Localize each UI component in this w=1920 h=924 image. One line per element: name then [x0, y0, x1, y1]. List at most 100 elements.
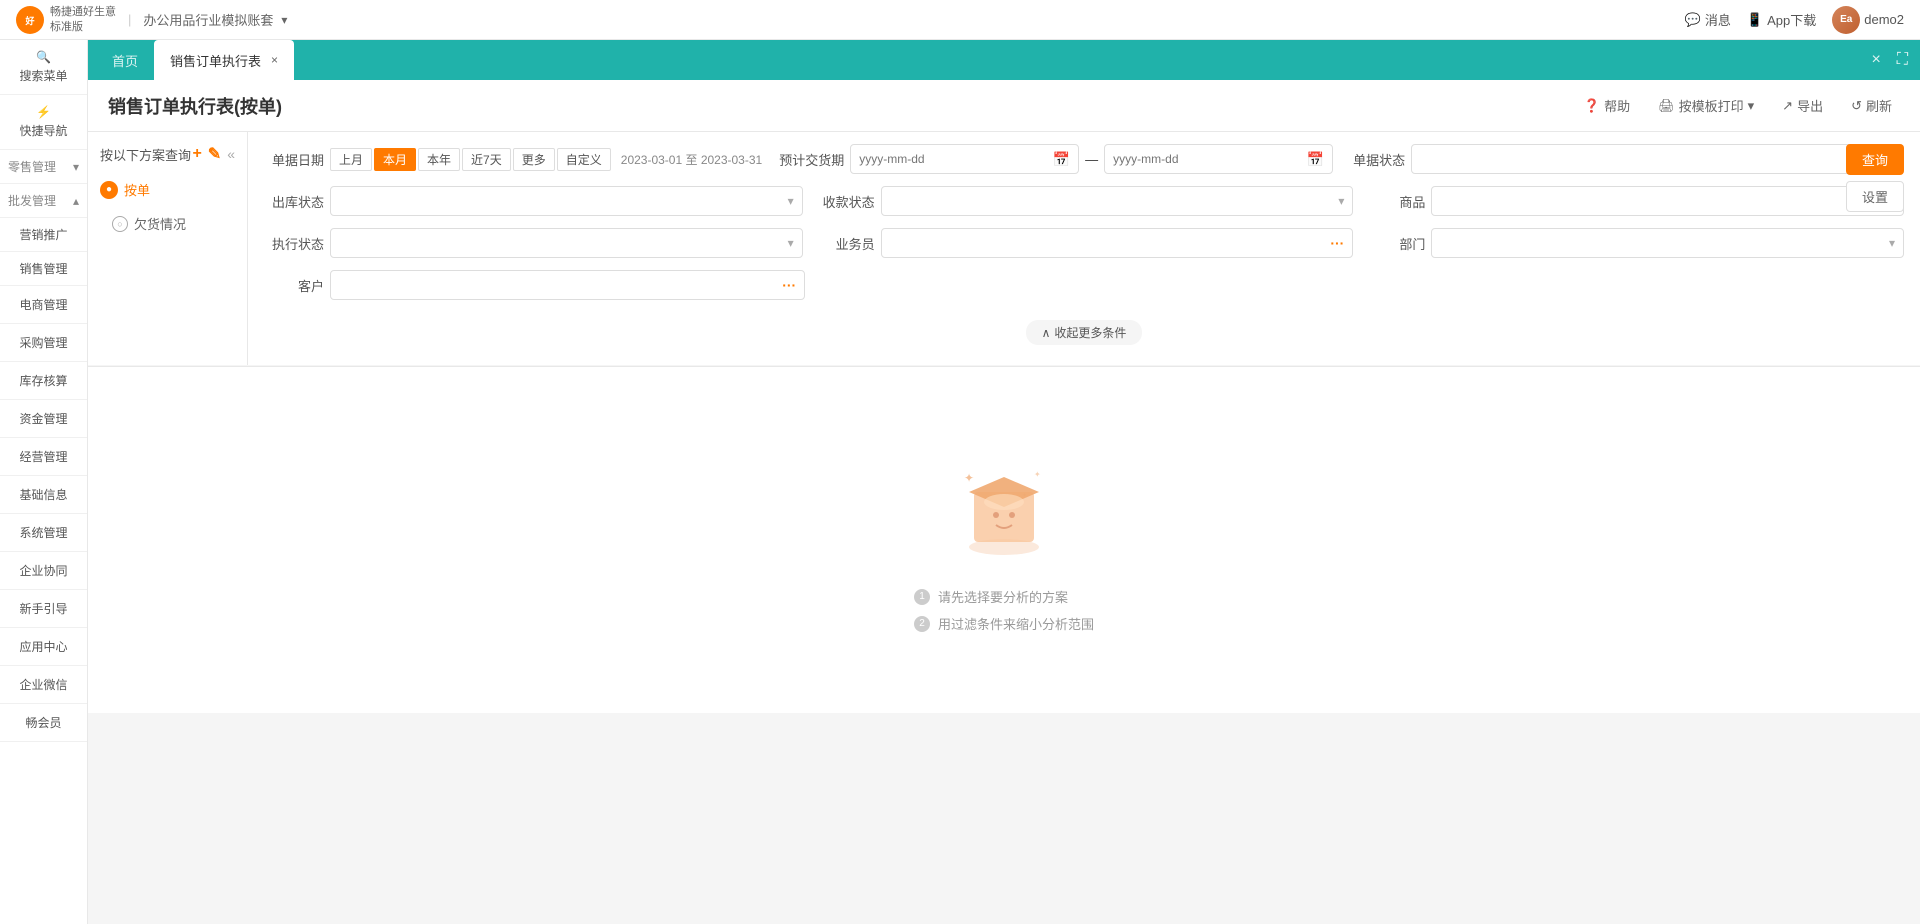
- sidebar-item-sales[interactable]: 销售管理: [0, 252, 87, 286]
- sidebar-item-marketing[interactable]: 营销推广: [0, 218, 87, 252]
- collapse-arrow-icon: ∧: [1042, 326, 1051, 340]
- date-btn-7days[interactable]: 近7天: [462, 148, 511, 171]
- scheme-edit-button[interactable]: ✎: [208, 144, 221, 164]
- sidebar-enterprise[interactable]: 企业协同: [0, 552, 87, 590]
- sidebar-quick-nav[interactable]: ⚡ 快捷导航: [0, 95, 87, 150]
- expected-date-end-input[interactable]: [1105, 148, 1299, 170]
- exec-status-label: 执行状态: [264, 234, 324, 253]
- sidebar-operations[interactable]: 经营管理: [0, 438, 87, 476]
- sidebar-system[interactable]: 系统管理: [0, 514, 87, 552]
- salesperson-search-input[interactable]: [882, 232, 1323, 254]
- department-select[interactable]: ▾: [1431, 228, 1904, 258]
- expected-date-end[interactable]: 📅: [1104, 144, 1333, 174]
- svg-text:好: 好: [24, 15, 34, 26]
- scheme-item-shortage[interactable]: ○ 欠货情况: [88, 207, 247, 240]
- tab-bar-right: × ⛶: [1867, 47, 1912, 73]
- tab-sales-order[interactable]: 销售订单执行表 ×: [154, 40, 294, 80]
- svg-text:✦: ✦: [1034, 470, 1041, 479]
- sidebar-finance[interactable]: 资金管理: [0, 400, 87, 438]
- out-status-label: 出库状态: [264, 192, 324, 211]
- message-icon: 💬: [1685, 12, 1701, 28]
- content-area: 首页 销售订单执行表 × × ⛶ 销售订单执行表(按单) ❓ 帮助: [88, 40, 1920, 924]
- expected-date-group: 预计交货期 📅 — 📅: [774, 144, 1333, 174]
- app-icon: 📱: [1747, 12, 1763, 28]
- top-header: 好 畅捷通好生意 标准版 | 办公用品行业模拟账套 ▾ 💬 消息 📱 App下载…: [0, 0, 1920, 40]
- date-btn-this-month[interactable]: 本月: [374, 148, 416, 171]
- exec-status-select[interactable]: ▾: [330, 228, 803, 258]
- main-layout: 🔍 搜索菜单 ⚡ 快捷导航 零售管理 ▾ 批发管理 ▴ 营销推广 销售管理 电商…: [0, 40, 1920, 924]
- search-panel: 按以下方案查询 + ✎ « ● 按单 ○ 欠货情况: [88, 132, 1920, 365]
- receipt-status-group: 收款状态 ▾: [815, 186, 1354, 216]
- tab-home[interactable]: 首页: [96, 40, 154, 80]
- tab-close-button[interactable]: ×: [271, 53, 278, 67]
- scheme-panel-header: 按以下方案查询 + ✎ «: [88, 144, 247, 172]
- sidebar-wholesale-mgmt[interactable]: 批发管理 ▴: [0, 184, 87, 218]
- product-input[interactable]: ···: [1431, 186, 1904, 216]
- query-action-area: 查询 设置: [1846, 144, 1904, 212]
- expected-date-label: 预计交货期: [774, 150, 844, 169]
- expected-date-start[interactable]: 📅: [850, 144, 1079, 174]
- date-btn-this-year[interactable]: 本年: [418, 148, 460, 171]
- sidebar-search[interactable]: 🔍 搜索菜单: [0, 40, 87, 95]
- exec-dropdown-icon: ▾: [788, 236, 794, 250]
- department-group: 部门 ▾: [1365, 228, 1904, 258]
- scheme-item-by-order[interactable]: ● 按单: [88, 172, 247, 207]
- out-status-select[interactable]: ▾: [330, 186, 803, 216]
- customer-input[interactable]: ···: [330, 270, 805, 300]
- sidebar-retail-mgmt[interactable]: 零售管理 ▾: [0, 150, 87, 184]
- export-button[interactable]: ↗ 导出: [1774, 92, 1831, 119]
- date-separator: —: [1085, 152, 1098, 167]
- customer-search-input[interactable]: [331, 274, 774, 296]
- fullscreen-button[interactable]: ⛶: [1893, 47, 1912, 73]
- page-header: 销售订单执行表(按单) ❓ 帮助 🖨 按模板打印 ▾ ↗ 导出: [88, 80, 1920, 132]
- sidebar-ecommerce[interactable]: 电商管理: [0, 286, 87, 324]
- logo-text: 畅捷通好生意 标准版: [50, 5, 116, 34]
- empty-illustration: ✦ ✦ ✦: [944, 447, 1064, 567]
- search-icon: 🔍: [36, 50, 51, 64]
- settings-button[interactable]: 设置: [1846, 181, 1904, 212]
- doc-status-select[interactable]: ▾: [1411, 144, 1904, 174]
- message-button[interactable]: 💬 消息: [1685, 10, 1731, 29]
- breadcrumb-dropdown[interactable]: ▾: [281, 13, 287, 27]
- filter-area: 单据日期 上月 本月 本年 近7天 更多 自定义 2023-03-01 至 20…: [248, 132, 1920, 365]
- sidebar-vip[interactable]: 畅会员: [0, 704, 87, 742]
- salesperson-input[interactable]: ···: [881, 228, 1354, 258]
- window-close-button[interactable]: ×: [1867, 47, 1884, 73]
- date-btn-last-month[interactable]: 上月: [330, 148, 372, 171]
- scheme-collapse-button[interactable]: «: [227, 146, 235, 162]
- refresh-button[interactable]: ↺ 刷新: [1843, 92, 1900, 119]
- sidebar-wechat[interactable]: 企业微信: [0, 666, 87, 704]
- expected-date-start-input[interactable]: [851, 148, 1045, 170]
- sidebar-guide[interactable]: 新手引导: [0, 590, 87, 628]
- date-btn-custom[interactable]: 自定义: [557, 148, 611, 171]
- empty-state: ✦ ✦ ✦ 1 请先选择要分析的方案 2: [88, 367, 1920, 713]
- calendar-icon-1: 📅: [1045, 151, 1078, 168]
- empty-tip-1: 1 请先选择要分析的方案: [914, 587, 1094, 606]
- user-profile[interactable]: Ea demo2: [1832, 6, 1904, 34]
- scheme-inactive-icon: ○: [112, 216, 128, 232]
- department-label: 部门: [1365, 234, 1425, 253]
- customer-dots-icon[interactable]: ···: [774, 277, 804, 293]
- svg-text:✦: ✦: [964, 471, 974, 485]
- sidebar-app-center[interactable]: 应用中心: [0, 628, 87, 666]
- date-btn-more[interactable]: 更多: [513, 148, 555, 171]
- print-button[interactable]: 🖨 按模板打印 ▾: [1650, 92, 1762, 119]
- receipt-status-select[interactable]: ▾: [881, 186, 1354, 216]
- help-button[interactable]: ❓ 帮助: [1576, 92, 1638, 119]
- app-download-button[interactable]: 📱 App下载: [1747, 10, 1816, 29]
- calendar-icon-2: 📅: [1299, 151, 1332, 168]
- exec-status-group: 执行状态 ▾: [264, 228, 803, 258]
- chevron-up-icon: ▴: [73, 194, 79, 208]
- scheme-add-button[interactable]: +: [192, 145, 201, 163]
- out-status-dropdown-icon: ▾: [788, 194, 794, 208]
- sidebar-purchase[interactable]: 采购管理: [0, 324, 87, 362]
- svg-text:✦: ✦: [1022, 492, 1027, 499]
- salesperson-dots-icon[interactable]: ···: [1322, 235, 1352, 251]
- collapse-button[interactable]: ∧ 收起更多条件: [1026, 320, 1143, 345]
- dept-dropdown-icon: ▾: [1889, 236, 1895, 250]
- sidebar-inventory[interactable]: 库存核算: [0, 362, 87, 400]
- product-search-input[interactable]: [1432, 190, 1873, 212]
- scheme-active-icon: ●: [100, 181, 118, 199]
- query-button[interactable]: 查询: [1846, 144, 1904, 175]
- sidebar-basic-info[interactable]: 基础信息: [0, 476, 87, 514]
